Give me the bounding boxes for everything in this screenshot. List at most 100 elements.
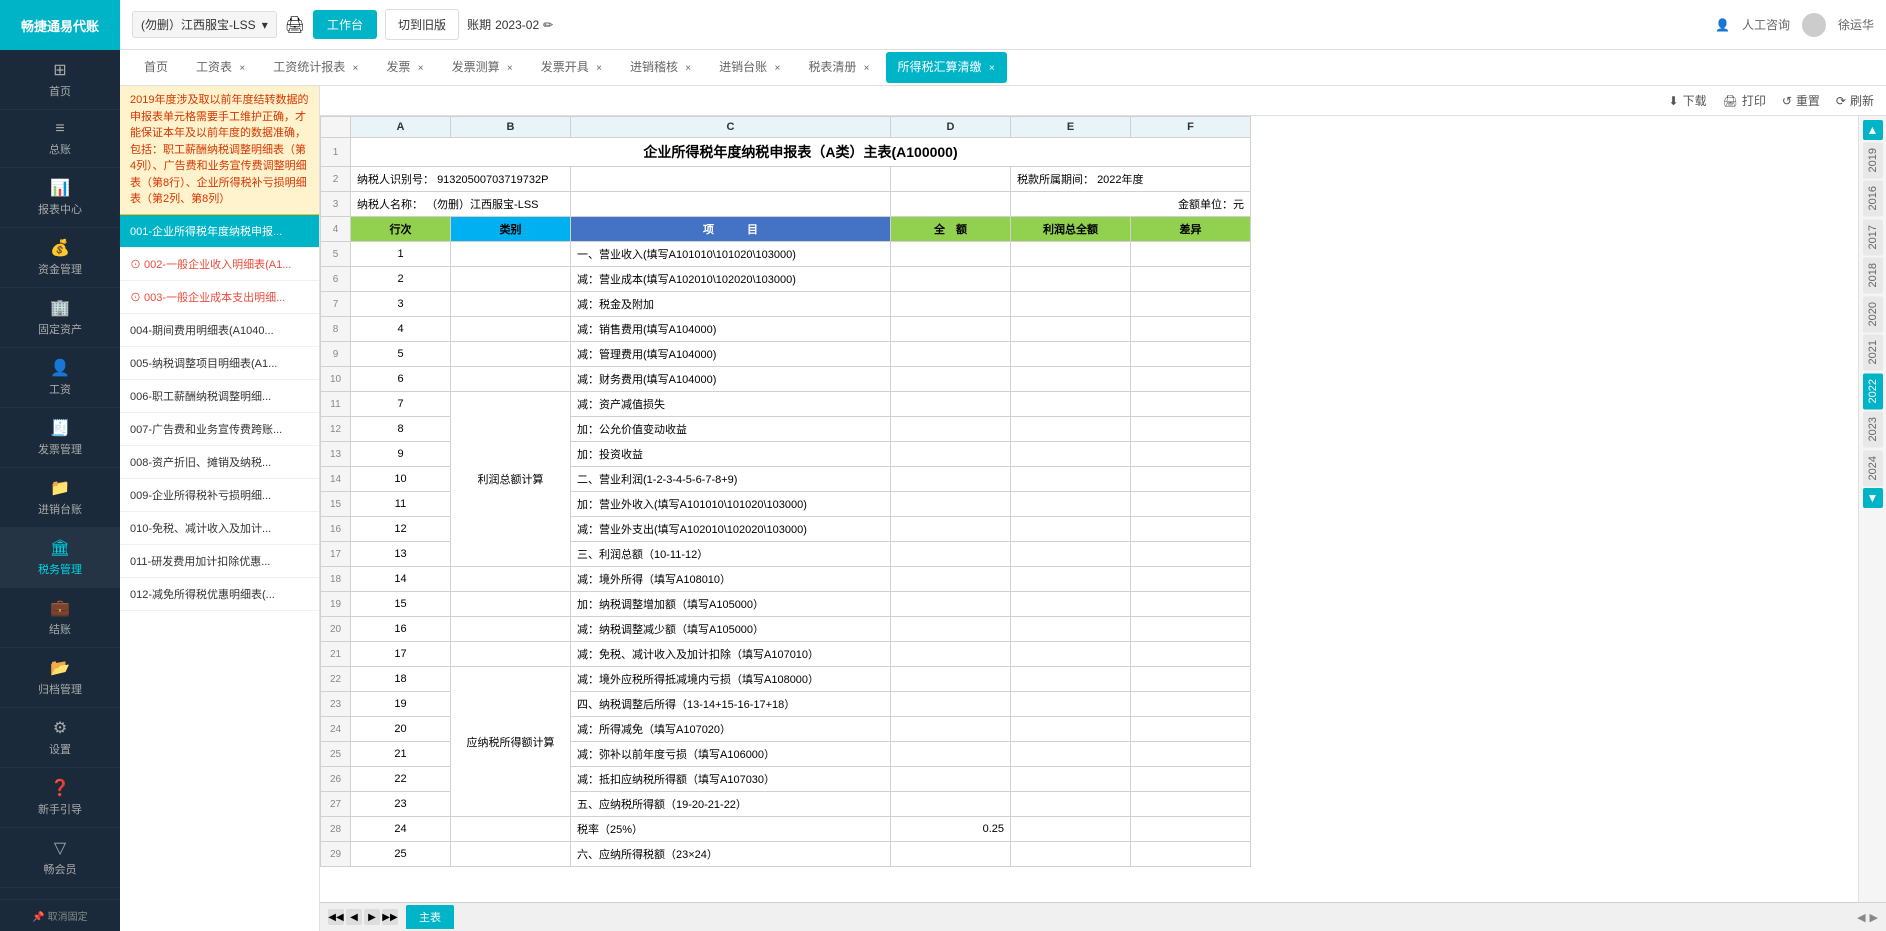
download-label: 下载 bbox=[1683, 92, 1707, 109]
tab-home[interactable]: 首页 bbox=[132, 52, 180, 83]
table-row: 29 25 六、应纳所得税额（23×24） bbox=[321, 842, 1251, 867]
user-avatar bbox=[1802, 13, 1826, 37]
sheet-nav-last[interactable]: ▶▶ bbox=[382, 909, 398, 925]
sidebar-item-archive[interactable]: 📂 归档管理 bbox=[0, 648, 120, 708]
year-panel-down[interactable]: ▼ bbox=[1863, 488, 1883, 508]
tab-payroll[interactable]: 工资表 × bbox=[184, 52, 257, 83]
col-rownum-header: 行次 bbox=[351, 217, 451, 242]
invoice-icon: 🧾 bbox=[50, 418, 70, 438]
col-header-a: A bbox=[351, 117, 451, 138]
tab-income-tax[interactable]: 所得税汇算清缴 × bbox=[886, 52, 1007, 83]
sidebar-item-purchase-sales[interactable]: 📁 进销台账 bbox=[0, 468, 120, 528]
list-item-007[interactable]: 007-广告费和业务宣传费跨账... bbox=[120, 413, 319, 446]
sidebar-item-settings[interactable]: ⚙ 设置 bbox=[0, 708, 120, 768]
tab-purchase-ledger[interactable]: 进销台账 × bbox=[707, 52, 792, 83]
sidebar-item-report[interactable]: 📊 报表中心 bbox=[0, 168, 120, 228]
workbench-button[interactable]: 工作台 bbox=[313, 10, 377, 39]
list-item-009[interactable]: 009-企业所得税补亏损明细... bbox=[120, 479, 319, 512]
list-item-001[interactable]: 001-企业所得税年度纳税申报... bbox=[120, 215, 319, 248]
sidebar-item-assets[interactable]: 🏢 固定资产 bbox=[0, 288, 120, 348]
list-item-006[interactable]: 006-职工薪酬纳税调整明细... bbox=[120, 380, 319, 413]
tab-payroll-stats[interactable]: 工资统计报表 × bbox=[261, 52, 370, 83]
refresh-button[interactable]: ⟳ 刷新 bbox=[1836, 92, 1874, 109]
capital-icon: 💰 bbox=[50, 238, 70, 258]
year-2022[interactable]: 2022 bbox=[1863, 373, 1883, 409]
sidebar-item-ledger[interactable]: ≡ 总账 bbox=[0, 110, 120, 168]
year-2021[interactable]: 2021 bbox=[1863, 334, 1883, 370]
sidebar-item-member-label: 畅会员 bbox=[44, 861, 77, 877]
print-button[interactable]: 🖨 打印 bbox=[1723, 92, 1766, 109]
sidebar-item-report-label: 报表中心 bbox=[38, 201, 82, 217]
tab-purchase-audit-close[interactable]: × bbox=[685, 63, 691, 74]
tab-income-tax-close[interactable]: × bbox=[989, 63, 995, 74]
scroll-left-icon[interactable]: ◀ bbox=[1857, 911, 1865, 924]
spreadsheet-table: A B C D E F 1 企业所 bbox=[320, 116, 1251, 867]
category-profit-calc: 利润总额计算 bbox=[451, 392, 571, 567]
year-2019[interactable]: 2019 bbox=[1863, 142, 1883, 178]
col-diff-header: 差异 bbox=[1131, 217, 1251, 242]
year-2020[interactable]: 2020 bbox=[1863, 296, 1883, 332]
sidebar-item-closing[interactable]: 💼 结账 bbox=[0, 588, 120, 648]
sheet-nav-first[interactable]: ◀◀ bbox=[328, 909, 344, 925]
year-2023[interactable]: 2023 bbox=[1863, 411, 1883, 447]
form-toolbar: ⬇ 下载 🖨 打印 ↺ 重置 ⟳ 刷新 bbox=[320, 86, 1886, 116]
sidebar-pin-toggle[interactable]: 📌 取消固定 bbox=[0, 899, 120, 931]
col-header-f: F bbox=[1131, 117, 1251, 138]
sheet-nav-prev[interactable]: ◀ bbox=[346, 909, 362, 925]
download-button[interactable]: ⬇ 下载 bbox=[1669, 92, 1707, 109]
list-item-003[interactable]: ⊙ 003-一般企业成本支出明细... bbox=[120, 281, 319, 314]
list-item-011[interactable]: 011-研发费用加计扣除优惠... bbox=[120, 545, 319, 578]
year-panel-up[interactable]: ▲ bbox=[1863, 120, 1883, 140]
period-label: 账期 bbox=[467, 16, 491, 33]
sidebar-item-member[interactable]: ▽ 畅会员 bbox=[0, 828, 120, 888]
table-row: 3 纳税人名称： （勿删）江西服宝-LSS 金额单位：元 bbox=[321, 192, 1251, 217]
sidebar-item-capital[interactable]: 💰 资金管理 bbox=[0, 228, 120, 288]
list-item-010[interactable]: 010-免税、减计收入及加计... bbox=[120, 512, 319, 545]
list-item-005[interactable]: 005-纳税调整项目明细表(A1... bbox=[120, 347, 319, 380]
sheet-tab-main[interactable]: 主表 bbox=[406, 905, 454, 929]
sidebar-item-home[interactable]: ⊞ 首页 bbox=[0, 50, 120, 110]
sidebar-item-payroll[interactable]: 👤 工资 bbox=[0, 348, 120, 408]
sidebar-item-tax[interactable]: 🏛 税务管理 bbox=[0, 528, 120, 588]
tab-invoice-issue-close[interactable]: × bbox=[596, 63, 602, 74]
table-row: 5 1 一、营业收入(填写A101010\101020\103000) bbox=[321, 242, 1251, 267]
list-item-008[interactable]: 008-资产折旧、摊销及纳税... bbox=[120, 446, 319, 479]
table-row: 19 15 加：纳税调整增加额（填写A105000） bbox=[321, 592, 1251, 617]
main-area: (勿删）江西服宝-LSS ▾ 🖨 工作台 切到旧版 账期 2023-02 ✏ 👤… bbox=[120, 0, 1886, 931]
tab-tax-list[interactable]: 税表清册 × bbox=[796, 52, 881, 83]
tab-purchase-ledger-close[interactable]: × bbox=[774, 63, 780, 74]
year-2016[interactable]: 2016 bbox=[1863, 180, 1883, 216]
tab-payroll-stats-close[interactable]: × bbox=[353, 63, 359, 74]
company-selector[interactable]: (勿删）江西服宝-LSS ▾ bbox=[132, 11, 277, 38]
sidebar-item-tax-label: 税务管理 bbox=[38, 561, 82, 577]
year-2024[interactable]: 2024 bbox=[1863, 450, 1883, 486]
col-profit-header: 利润总全额 bbox=[1011, 217, 1131, 242]
topbar: (勿删）江西服宝-LSS ▾ 🖨 工作台 切到旧版 账期 2023-02 ✏ 👤… bbox=[120, 0, 1886, 50]
list-item-004[interactable]: 004-期间费用明细表(A1040... bbox=[120, 314, 319, 347]
tab-payroll-close[interactable]: × bbox=[239, 63, 245, 74]
sidebar-item-purchase-sales-label: 进销台账 bbox=[38, 501, 82, 517]
tab-invoice-close[interactable]: × bbox=[418, 63, 424, 74]
year-2017[interactable]: 2017 bbox=[1863, 219, 1883, 255]
sidebar-item-guide[interactable]: ❓ 新手引导 bbox=[0, 768, 120, 828]
settings-icon: ⚙ bbox=[53, 718, 67, 738]
sheet-nav-next[interactable]: ▶ bbox=[364, 909, 380, 925]
year-2018[interactable]: 2018 bbox=[1863, 257, 1883, 293]
edit-period-icon[interactable]: ✏ bbox=[543, 18, 553, 32]
tab-invoice-issue[interactable]: 发票开具 × bbox=[529, 52, 614, 83]
switch-version-button[interactable]: 切到旧版 bbox=[385, 9, 459, 40]
table-row: 1 企业所得税年度纳税申报表（A类）主表(A100000) bbox=[321, 138, 1251, 167]
tab-purchase-audit[interactable]: 进销稽核 × bbox=[618, 52, 703, 83]
list-item-012[interactable]: 012-减免所得税优惠明细表(... bbox=[120, 578, 319, 611]
tax-period-value: 2022年度 bbox=[1097, 174, 1143, 186]
reset-button[interactable]: ↺ 重置 bbox=[1782, 92, 1820, 109]
tab-invoice-calc-close[interactable]: × bbox=[507, 63, 513, 74]
sidebar-item-invoice[interactable]: 🧾 发票管理 bbox=[0, 408, 120, 468]
tab-invoice[interactable]: 发票 × bbox=[374, 52, 435, 83]
tab-invoice-calc[interactable]: 发票测算 × bbox=[440, 52, 525, 83]
list-item-002[interactable]: ⊙ 002-一般企业收入明细表(A1... bbox=[120, 248, 319, 281]
scroll-right-icon[interactable]: ▶ bbox=[1870, 911, 1878, 924]
user-service-label[interactable]: 人工咨询 bbox=[1742, 16, 1790, 33]
tab-tax-list-close[interactable]: × bbox=[864, 63, 870, 74]
dropdown-icon: ▾ bbox=[262, 18, 268, 32]
